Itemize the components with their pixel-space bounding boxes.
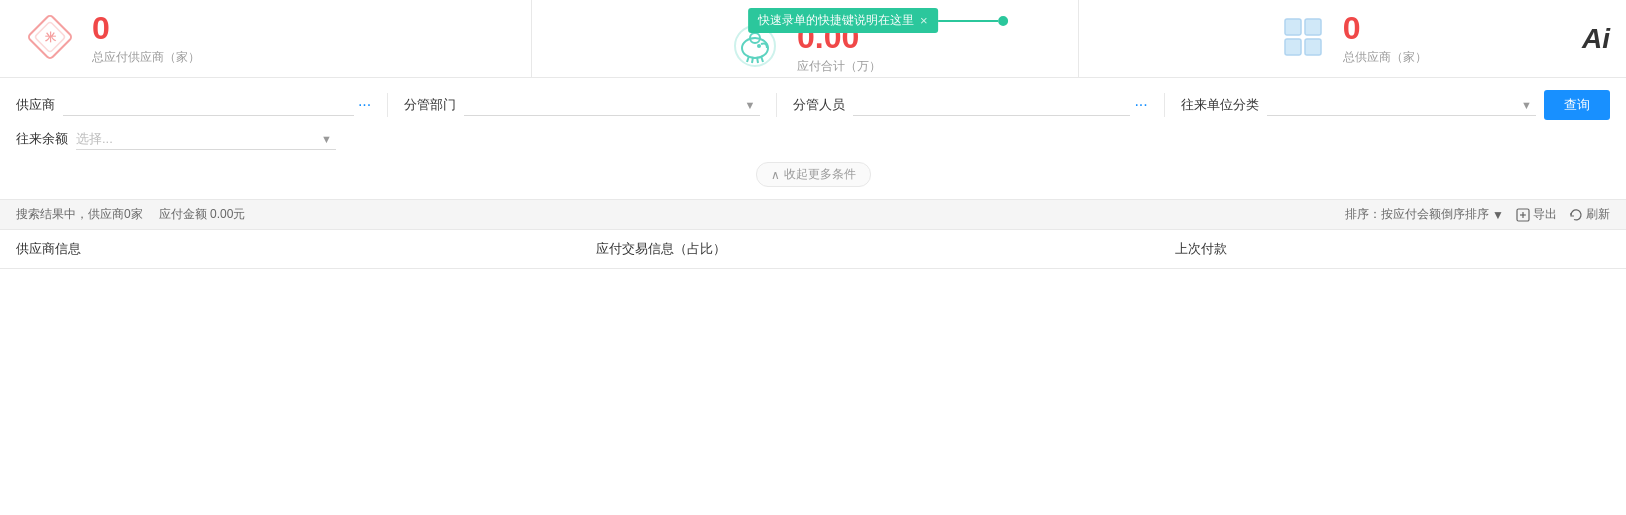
tooltip-close-btn[interactable]: × [920,13,928,28]
filter-category: 往来单位分类 ▼ [1181,94,1536,116]
svg-line-7 [752,57,753,63]
stat-total-suppliers: 0 总供应商（家） Ai [1079,0,1626,77]
category-label: 往来单位分类 [1181,96,1259,114]
result-bar: 搜索结果中，供应商0家 应付金额 0.00元 排序：按应付会额倒序排序 ▼ 导出… [0,200,1626,230]
result-bar-right: 排序：按应付会额倒序排序 ▼ 导出 刷新 [1345,206,1610,223]
export-icon [1516,208,1530,222]
filter-balance: 往来余额 选择... ▼ [16,128,336,150]
balance-select[interactable]: 选择... [76,128,336,150]
total-payable-suppliers-number: 0 [92,11,200,46]
col-supplier-header: 供应商信息 [16,240,596,258]
filter-row-2: 往来余额 选择... ▼ [16,128,1610,150]
table-header: 供应商信息 应付交易信息（占比） 上次付款 [0,230,1626,269]
supplier-input[interactable] [63,94,354,116]
filter-person: 分管人员 ··· [793,94,1148,116]
diamond-icon: 米 [24,11,76,66]
col-lastpay-header: 上次付款 [1175,240,1610,258]
collapse-row: ∧ 收起更多条件 [16,158,1610,191]
table-body [0,269,1626,489]
col-transaction-header: 应付交易信息（占比） [596,240,1176,258]
total-suppliers-number: 0 [1343,11,1427,46]
svg-text:米: 米 [44,31,57,43]
divider-2 [776,93,777,117]
svg-rect-11 [1285,19,1301,35]
collapse-label: 收起更多条件 [784,166,856,183]
balance-select-wrapper: 选择... ▼ [76,128,336,150]
dept-label: 分管部门 [404,96,456,114]
filter-supplier: 供应商 ··· [16,94,371,116]
stat-total-payable-amount: 快速录单的快捷键说明在这里 × 0.00 [532,0,1080,77]
divider-3 [1164,93,1165,117]
result-bar-left: 搜索结果中，供应商0家 应付金额 0.00元 [16,206,245,223]
dept-select[interactable] [464,94,759,116]
category-select[interactable] [1267,94,1536,116]
filter-dept: 分管部门 ▼ [404,94,759,116]
total-amount-label: 应付合计（万） [797,58,881,75]
tooltip-text: 快速录单的快捷键说明在这里 [758,12,914,29]
ai-label: Ai [1582,23,1610,55]
refresh-label: 刷新 [1586,206,1610,223]
dept-select-wrapper: ▼ [464,94,759,116]
total-suppliers-label: 总供应商（家） [1343,49,1427,66]
ai-button[interactable]: Ai [1582,23,1610,55]
stat-total-payable-suppliers: 米 0 总应付供应商（家） [0,0,532,77]
sort-label: 排序：按应付会额倒序排序 [1345,206,1489,223]
grid-icon [1279,13,1327,64]
supplier-label: 供应商 [16,96,55,114]
refresh-button[interactable]: 刷新 [1569,206,1610,223]
category-select-wrapper: ▼ [1267,94,1536,116]
filter-row-1: 供应商 ··· 分管部门 ▼ 分管人员 ··· 往来单位分类 [16,90,1610,120]
supplier-dots-btn[interactable]: ··· [358,96,371,114]
tooltip-bar: 快速录单的快捷键说明在这里 × [748,8,938,33]
person-dots-btn[interactable]: ··· [1134,96,1147,114]
balance-label: 往来余额 [16,130,68,148]
person-input[interactable] [853,94,1131,116]
svg-rect-12 [1305,19,1321,35]
result-amount: 应付金额 0.00元 [159,206,246,223]
sort-button[interactable]: 排序：按应付会额倒序排序 ▼ [1345,206,1504,223]
svg-rect-14 [1305,39,1321,55]
export-label: 导出 [1533,206,1557,223]
sort-arrow-icon: ▼ [1492,208,1504,222]
stats-bar: 米 0 总应付供应商（家） 快速录单的快捷键说明在这里 × [0,0,1626,78]
tooltip-dot [998,16,1008,26]
export-button[interactable]: 导出 [1516,206,1557,223]
svg-point-10 [757,44,761,48]
total-payable-suppliers-label: 总应付供应商（家） [92,49,200,66]
collapse-up-icon: ∧ [771,168,780,182]
svg-line-8 [757,57,758,63]
collapse-button[interactable]: ∧ 收起更多条件 [756,162,871,187]
refresh-icon [1569,208,1583,222]
svg-rect-13 [1285,39,1301,55]
filter-bar: 供应商 ··· 分管部门 ▼ 分管人员 ··· 往来单位分类 [0,78,1626,200]
query-button[interactable]: 查询 [1544,90,1610,120]
svg-point-4 [742,38,768,58]
result-supplier-count: 搜索结果中，供应商0家 [16,206,143,223]
divider-1 [387,93,388,117]
person-label: 分管人员 [793,96,845,114]
